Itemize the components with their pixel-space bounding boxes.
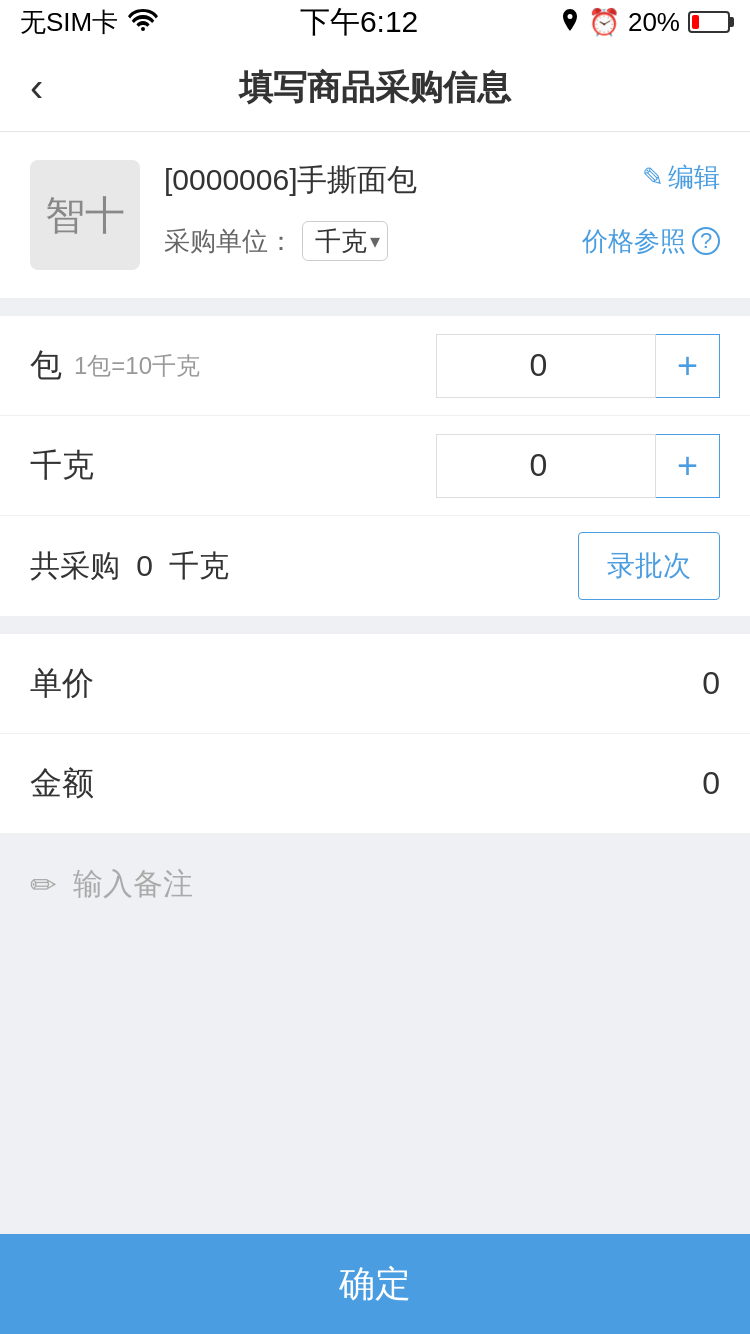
bag-plus-button[interactable]: + — [656, 334, 720, 398]
product-header: [0000006]手撕面包 ✎ 编辑 — [164, 160, 720, 201]
product-logo: 智十 — [45, 188, 125, 243]
content-spacer — [0, 935, 750, 1275]
amount-label: 金额 — [30, 762, 94, 806]
question-icon: ? — [692, 227, 720, 255]
kg-plus-button[interactable]: + — [656, 434, 720, 498]
status-right: ⏰ 20% — [560, 7, 730, 38]
status-bar: 无SIM卡 下午6:12 ⏰ 20% — [0, 0, 750, 44]
input-row-bag: 包 1包=10千克 + — [0, 316, 750, 416]
total-row: 共采购 0 千克 录批次 — [0, 516, 750, 616]
row-bag-label: 包 1包=10千克 — [30, 344, 436, 388]
back-button[interactable]: ‹ — [30, 65, 43, 110]
edit-button[interactable]: ✎ 编辑 — [642, 160, 720, 195]
edit-icon: ✎ — [642, 162, 664, 193]
unit-price-value: 0 — [702, 665, 720, 702]
alarm-icon: ⏰ — [588, 7, 620, 38]
bag-qty-input[interactable] — [436, 334, 656, 398]
price-row-amount: 金额 0 — [0, 734, 750, 834]
unit-select[interactable]: 千克 包 — [302, 221, 388, 261]
bag-sub-label: 1包=10千克 — [74, 350, 200, 382]
product-info: [0000006]手撕面包 ✎ 编辑 采购单位： 千克 包 价格参照 ? — [164, 160, 720, 261]
price-section: 单价 0 金额 0 — [0, 634, 750, 834]
input-row-kg: 千克 + — [0, 416, 750, 516]
section-separator-2 — [0, 616, 750, 634]
input-section: 包 1包=10千克 + 千克 + — [0, 316, 750, 516]
price-ref-label: 价格参照 — [582, 224, 686, 259]
edit-label: 编辑 — [668, 160, 720, 195]
wifi-icon — [128, 7, 158, 38]
product-card: 智十 [0000006]手撕面包 ✎ 编辑 采购单位： 千克 包 价格参照 — [0, 132, 750, 298]
total-text: 共采购 0 千克 — [30, 546, 229, 587]
unit-label: 采购单位： 千克 包 — [164, 221, 388, 261]
battery-indicator — [688, 11, 730, 33]
carrier-label: 无SIM卡 — [20, 5, 118, 40]
status-time: 下午6:12 — [300, 2, 418, 43]
price-row-unit: 单价 0 — [0, 634, 750, 734]
product-name: [0000006]手撕面包 — [164, 160, 417, 201]
bag-input-control: + — [436, 334, 720, 398]
amount-value: 0 — [702, 765, 720, 802]
batch-button[interactable]: 录批次 — [578, 532, 720, 600]
row-kg-label: 千克 — [30, 444, 436, 488]
section-separator-1 — [0, 298, 750, 316]
confirm-button[interactable]: 确定 — [0, 1234, 750, 1334]
battery-percent: 20% — [628, 7, 680, 38]
nav-bar: ‹ 填写商品采购信息 — [0, 44, 750, 132]
page-title: 填写商品采购信息 — [239, 65, 511, 111]
price-ref-button[interactable]: 价格参照 ? — [582, 224, 720, 259]
note-placeholder: 输入备注 — [73, 864, 193, 905]
status-left: 无SIM卡 — [20, 5, 158, 40]
unit-price-label: 单价 — [30, 662, 94, 706]
pencil-icon: ✏ — [30, 866, 57, 904]
product-meta: 采购单位： 千克 包 价格参照 ? — [164, 221, 720, 261]
unit-select-wrap[interactable]: 千克 包 — [302, 221, 388, 261]
confirm-label: 确定 — [339, 1260, 411, 1309]
note-section[interactable]: ✏ 输入备注 — [0, 834, 750, 935]
kg-input-control: + — [436, 434, 720, 498]
kg-qty-input[interactable] — [436, 434, 656, 498]
product-image: 智十 — [30, 160, 140, 270]
location-icon — [560, 7, 580, 38]
